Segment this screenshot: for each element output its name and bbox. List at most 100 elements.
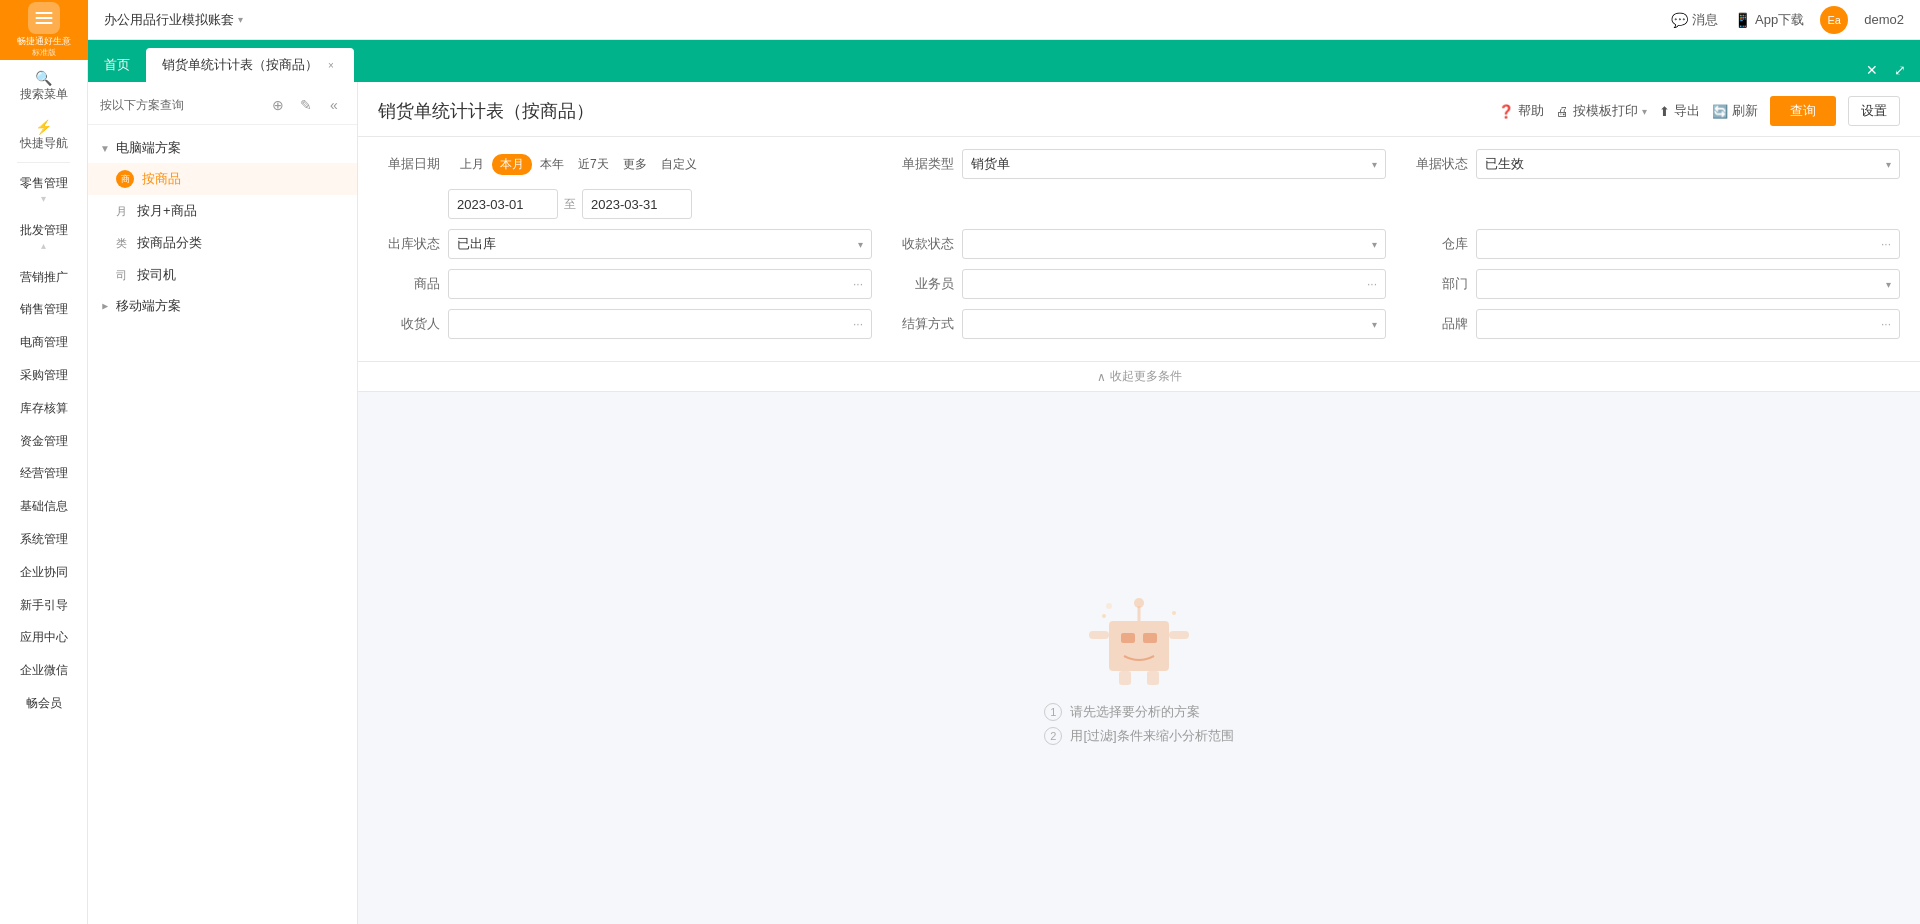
dropdown-arrow-icon: ▾ (238, 14, 243, 25)
user-avatar[interactable]: Ea (1820, 6, 1848, 34)
sidebar-item-operations[interactable]: 经营管理 (0, 457, 87, 490)
bill-type-filter-cell: 单据类型 销货单 ▾ (892, 149, 1386, 179)
product-more-icon: ··· (853, 277, 863, 291)
sidebar-item-basic[interactable]: 基础信息 (0, 490, 87, 523)
tree-parent-mobile[interactable]: ▼ 移动端方案 (88, 291, 357, 321)
close-tab-action[interactable]: ✕ (1860, 58, 1884, 82)
help-btn[interactable]: ❓ 帮助 (1498, 102, 1544, 120)
app-download-btn[interactable]: 📱 App下载 (1734, 11, 1804, 29)
sidebar-item-newuser[interactable]: 新手引导 (0, 589, 87, 622)
user-name[interactable]: demo2 (1864, 12, 1904, 27)
sidebar-item-label: 新手引导 (20, 597, 68, 614)
filter-row-1: 单据日期 上月 本月 本年 近7天 更多 自定义 (378, 149, 1900, 179)
settlement-dropdown[interactable]: ▾ (962, 309, 1386, 339)
date-btn-7days[interactable]: 近7天 (572, 154, 615, 175)
refresh-label: 刷新 (1732, 102, 1758, 120)
print-btn[interactable]: 🖨 按模板打印 ▾ (1556, 102, 1647, 120)
brand-dropdown[interactable]: ··· (1476, 309, 1900, 339)
tab-close-btn[interactable]: × (324, 58, 338, 72)
settings-btn[interactable]: 设置 (1848, 96, 1900, 126)
tree-child-by-driver[interactable]: 司 按司机 (88, 259, 357, 291)
tab-active[interactable]: 销货单统计计表（按商品） × (146, 48, 354, 82)
quick-nav-label: 快捷导航 (0, 135, 87, 152)
sidebar-item-label: 电商管理 (20, 334, 68, 351)
app-logo[interactable]: 畅捷通好生意 标准版 (0, 0, 88, 60)
date-to-input[interactable] (582, 189, 692, 219)
industry-selector[interactable]: 办公用品行业模拟账套 ▾ (104, 11, 243, 29)
tip-num-2: 2 (1044, 727, 1062, 745)
edit-scheme-btn[interactable]: ✎ (295, 94, 317, 116)
logo-icon (28, 2, 60, 34)
warehouse-label: 仓库 (1406, 235, 1476, 253)
warehouse-dropdown[interactable]: ··· (1476, 229, 1900, 259)
scheme-icon-driver: 司 (116, 268, 127, 283)
search-menu-btn[interactable]: 🔍 搜索菜单 (0, 60, 87, 113)
collect-status-arrow-icon: ▾ (1372, 239, 1377, 250)
sidebar-item-retail[interactable]: 零售管理 ▾ (0, 167, 87, 214)
sidebar-item-wholesale[interactable]: 批发管理 ▴ (0, 214, 87, 261)
brand-cell: 品牌 ··· (1406, 309, 1900, 339)
product-dropdown[interactable]: ··· (448, 269, 872, 299)
bill-status-value: 已生效 (1485, 155, 1524, 173)
date-range-separator: 至 (564, 196, 576, 213)
svg-point-10 (1172, 611, 1176, 615)
out-status-dropdown[interactable]: 已出库 ▾ (448, 229, 872, 259)
tree-child-by-category[interactable]: 类 按商品分类 (88, 227, 357, 259)
date-btn-this-year[interactable]: 本年 (534, 154, 570, 175)
refresh-btn[interactable]: 🔄 刷新 (1712, 102, 1758, 120)
sidebar-item-label: 资金管理 (20, 433, 68, 450)
sidebar-item-marketing[interactable]: 营销推广 (0, 261, 87, 294)
sidebar-item-label: 销售管理 (20, 301, 68, 318)
sidebar-item-label: 库存核算 (20, 400, 68, 417)
sidebar-item-sales[interactable]: 销售管理 (0, 293, 87, 326)
tree-child-by-product[interactable]: 商 按商品 (88, 163, 357, 195)
bill-type-dropdown[interactable]: 销货单 ▾ (962, 149, 1386, 179)
sidebar-item-purchase[interactable]: 采购管理 (0, 359, 87, 392)
collect-status-dropdown[interactable]: ▾ (962, 229, 1386, 259)
sidebar-item-system[interactable]: 系统管理 (0, 523, 87, 556)
sidebar-item-apps[interactable]: 应用中心 (0, 621, 87, 654)
date-btn-this-month[interactable]: 本月 (492, 154, 532, 175)
date-btn-last-month[interactable]: 上月 (454, 154, 490, 175)
tab-home[interactable]: 首页 (88, 48, 146, 82)
bill-status-dropdown[interactable]: 已生效 ▾ (1476, 149, 1900, 179)
tree-parent-pc[interactable]: ▼ 电脑端方案 (88, 133, 357, 163)
dept-dropdown[interactable]: ▾ (1476, 269, 1900, 299)
receiver-dropdown[interactable]: ··· (448, 309, 872, 339)
export-btn[interactable]: ⬆ 导出 (1659, 102, 1700, 120)
sidebar-item-enterprise[interactable]: 企业协同 (0, 556, 87, 589)
dept-cell: 部门 ▾ (1406, 269, 1900, 299)
sidebar-item-label: 采购管理 (20, 367, 68, 384)
print-arrow-icon: ▾ (1642, 106, 1647, 117)
tree-arrow-icon: ▼ (99, 301, 110, 311)
panel-title: 按以下方案查询 (100, 97, 184, 114)
date-btn-custom[interactable]: 自定义 (655, 154, 703, 175)
sidebar-item-ecommerce[interactable]: 电商管理 (0, 326, 87, 359)
search-menu-label: 搜索菜单 (0, 86, 87, 103)
sidebar-item-wechat[interactable]: 企业微信 (0, 654, 87, 687)
date-from-input[interactable] (448, 189, 558, 219)
download-icon: 📱 (1734, 12, 1751, 28)
sidebar-item-finance[interactable]: 资金管理 (0, 425, 87, 458)
industry-label: 办公用品行业模拟账套 (104, 11, 234, 29)
receiver-label: 收货人 (378, 315, 448, 333)
tab-bar: 首页 销货单统计计表（按商品） × ✕ ⤢ (88, 40, 1920, 82)
sidebar-item-label: 畅会员 (26, 695, 62, 712)
receiver-cell: 收货人 ··· (378, 309, 872, 339)
quick-nav-btn[interactable]: ⚡ 快捷导航 (0, 113, 87, 158)
tree-child-by-month-product[interactable]: 月 按月+商品 (88, 195, 357, 227)
filter-area: 单据日期 上月 本月 本年 近7天 更多 自定义 (358, 137, 1920, 362)
sidebar-item-member[interactable]: 畅会员 (0, 687, 87, 720)
collect-status-cell: 收款状态 ▾ (892, 229, 1386, 259)
panel-icon-group: ⊕ ✎ « (267, 94, 345, 116)
maximize-tab-action[interactable]: ⤢ (1888, 58, 1912, 82)
collapse-panel-btn[interactable]: « (323, 94, 345, 116)
sidebar-item-inventory[interactable]: 库存核算 (0, 392, 87, 425)
salesman-dropdown[interactable]: ··· (962, 269, 1386, 299)
header-left: 办公用品行业模拟账套 ▾ (104, 11, 243, 29)
query-btn[interactable]: 查询 (1770, 96, 1836, 126)
date-btn-more[interactable]: 更多 (617, 154, 653, 175)
add-scheme-btn[interactable]: ⊕ (267, 94, 289, 116)
message-btn[interactable]: 💬 消息 (1671, 11, 1718, 29)
collapse-btn[interactable]: ∧ 收起更多条件 (1097, 368, 1182, 385)
